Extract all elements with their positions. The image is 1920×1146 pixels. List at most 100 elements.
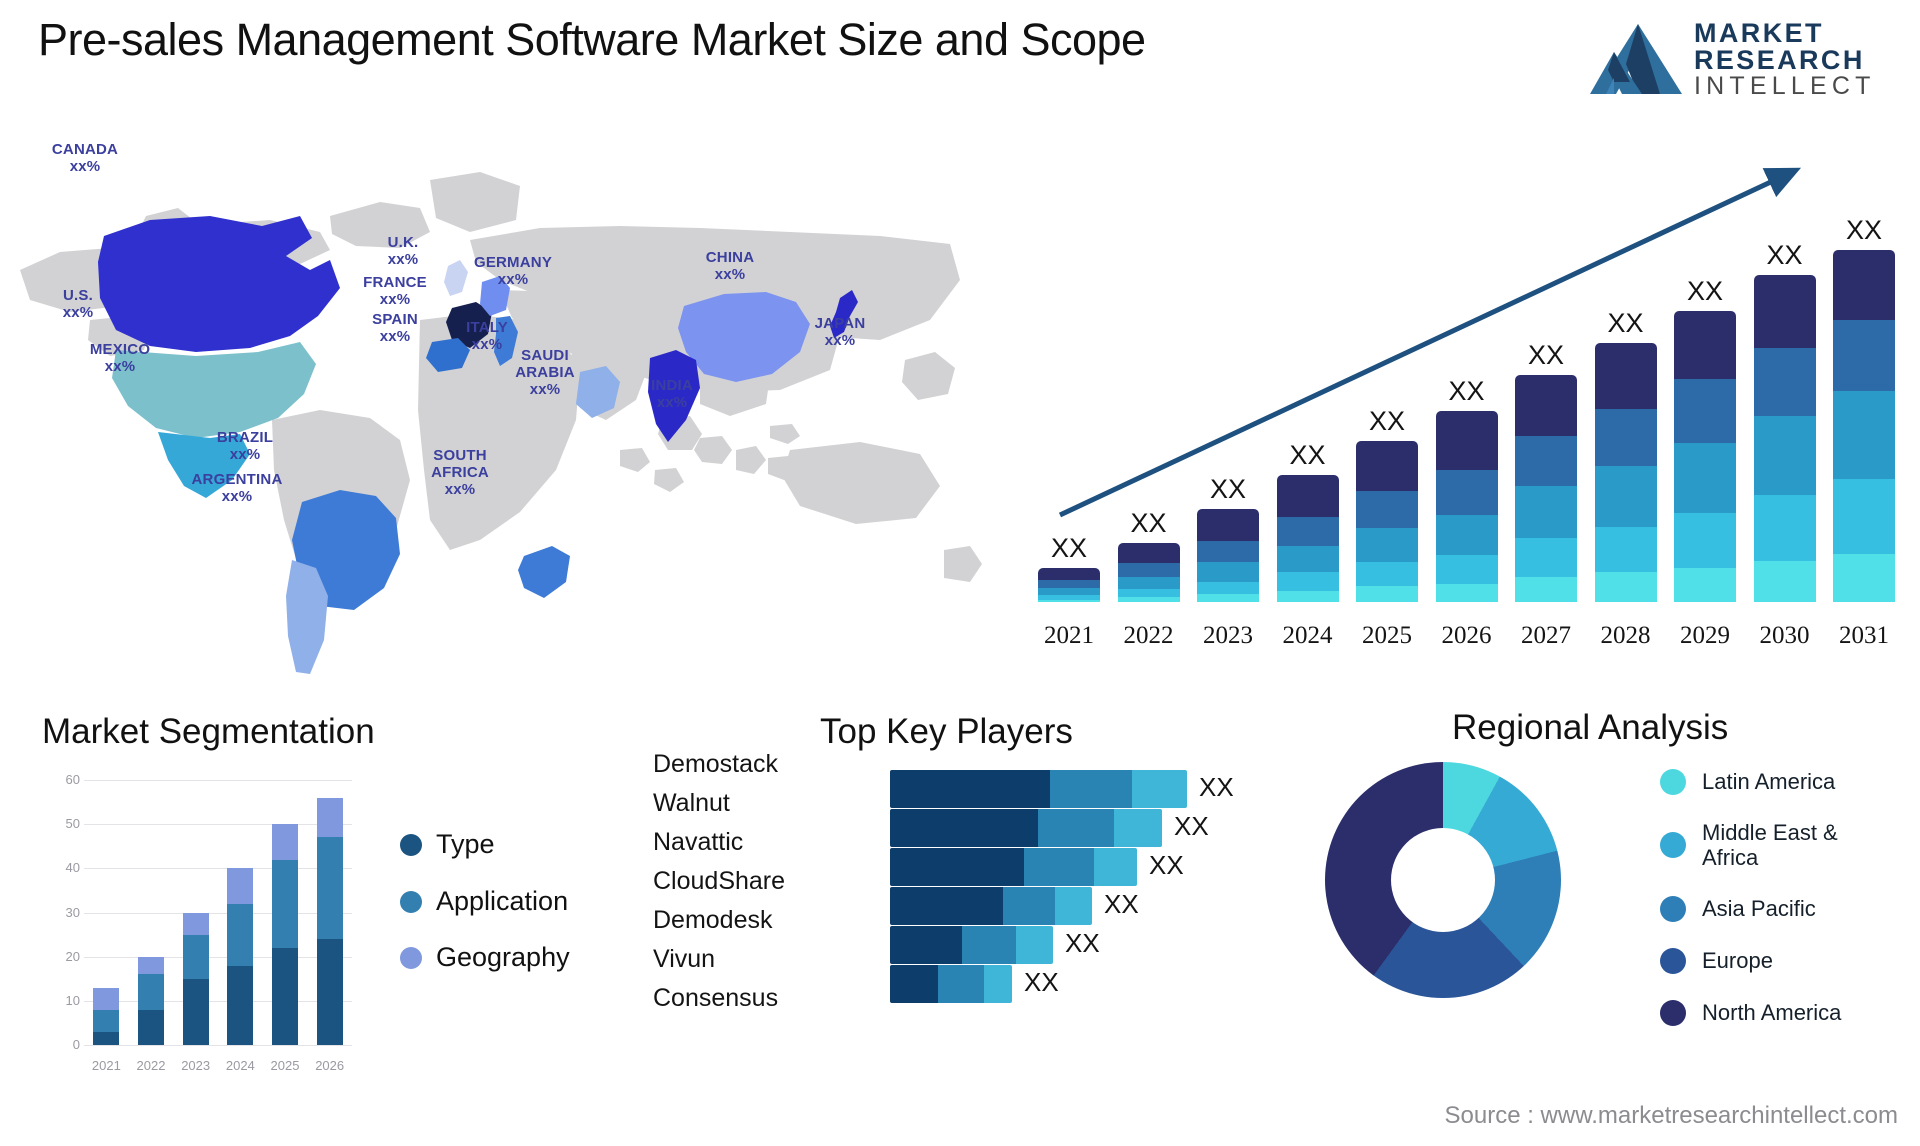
regional-legend-item[interactable]: Europe: [1660, 947, 1841, 975]
forecast-value-label: XX: [1130, 507, 1167, 538]
segmentation-bar: [272, 824, 298, 1045]
map-label-value: xx%: [104, 357, 136, 375]
segmentation-legend-item[interactable]: Type: [400, 829, 570, 860]
segmentation-gridline: [84, 1000, 352, 1002]
map-label-country: SOUTH AFRICA: [431, 447, 489, 481]
player-name-label: Navattic: [653, 828, 744, 856]
forecast-year-label: 2029: [1680, 622, 1730, 649]
map-label-value: xx%: [714, 265, 746, 283]
segmentation-bar-segment: [93, 987, 120, 1010]
forecast-bar-segment: [1435, 411, 1498, 471]
forecast-bar: [1674, 311, 1736, 602]
forecast-value-label: XX: [1289, 439, 1326, 470]
regional-analysis-chart: Latin America Middle East & Africa Asia Pa…: [1290, 700, 1910, 1100]
player-name-label: CloudShare: [653, 867, 786, 895]
player-bar: [890, 848, 1137, 886]
forecast-year-label: 2031: [1839, 622, 1889, 649]
segmentation-bar-segment: [138, 974, 164, 1010]
segmentation-legend-item[interactable]: Application: [400, 886, 570, 917]
segmentation-legend-label: Type: [436, 829, 495, 859]
player-bar-segment: [1003, 887, 1055, 925]
map-label-country: U.K.: [387, 234, 419, 251]
map-label-country: INDIA: [651, 377, 693, 394]
segmentation-legend-item[interactable]: Geography: [400, 943, 570, 973]
player-bar-segment: [1094, 848, 1137, 886]
forecast-bar-segment: [1594, 465, 1657, 528]
player-bar: [890, 809, 1162, 847]
player-bar-segment: [890, 926, 962, 964]
player-bar-segment: [984, 965, 1012, 1003]
legend-dot-icon: [400, 890, 422, 913]
forecast-year-label: 2024: [1282, 622, 1333, 649]
forecast-bar-segment: [1515, 374, 1577, 437]
segmentation-bar: [227, 868, 254, 1045]
forecast-bar-segment: [1833, 390, 1895, 480]
forecast-bar-segment: [1594, 572, 1657, 602]
forecast-year-label: 2027: [1521, 622, 1571, 649]
segmentation-bar-segment: [316, 797, 343, 838]
country-canada: [98, 216, 340, 352]
forecast-value-label: XX: [1050, 532, 1088, 563]
map-label-value: xx%: [379, 327, 411, 345]
map-label-france: FRANCE xx%: [340, 274, 450, 309]
forecast-bar-segment: [1117, 563, 1180, 577]
forecast-bar-segment: [1276, 516, 1339, 547]
country-south-africa: [518, 546, 570, 598]
map-label-value: xx%: [497, 270, 529, 288]
segmentation-gridline: [84, 780, 352, 781]
segmentation-bar-segment: [138, 1009, 164, 1045]
forecast-value-label: XX: [1607, 308, 1644, 339]
regional-legend-item[interactable]: North America: [1660, 999, 1841, 1027]
segmentation-y-tick: 60: [65, 772, 80, 787]
map-label-value: xx%: [379, 290, 411, 308]
segmentation-bar-segment: [182, 978, 209, 1045]
player-value-label: XX: [1104, 889, 1139, 919]
player-bar-segment: [962, 926, 1016, 964]
legend-dot-icon: [1660, 895, 1686, 922]
player-bar: [890, 965, 1012, 1003]
forecast-bar-segment: [1833, 554, 1895, 602]
source-note: Source : www.marketresearchintellect.com: [1444, 1102, 1899, 1129]
map-label-argentina: ARGENTINA xx%: [172, 471, 302, 506]
forecast-bar-segment: [1038, 567, 1100, 581]
forecast-bar-segment: [1197, 540, 1259, 563]
segmentation-bar-segment: [272, 824, 298, 860]
segmentation-x-label: 2023: [181, 1058, 211, 1073]
legend-dot-icon: [1660, 769, 1686, 795]
regional-legend-label: Latin America: [1702, 769, 1836, 795]
regional-legend-item[interactable]: Latin America: [1660, 768, 1841, 796]
player-bar-segment: [890, 848, 1024, 886]
forecast-bar-segment: [1753, 347, 1816, 416]
legend-dot-icon: [400, 947, 422, 970]
player-bar: [890, 926, 1053, 964]
forecast-bar-chart: XX 2021 XX 2022 XX 2023 XX 2024 XX 2025 XX 2026 XX 20…: [1020, 150, 1910, 660]
forecast-bar-segment: [1674, 379, 1736, 444]
regional-legend-item[interactable]: Asia Pacific: [1660, 895, 1841, 923]
map-label-country: BRAZIL: [216, 429, 274, 446]
top-key-players-title: Top Key Players: [820, 712, 1073, 751]
forecast-bar-segment: [1356, 490, 1418, 529]
forecast-bar-segment: [1276, 474, 1339, 517]
forecast-bar: [1435, 411, 1498, 602]
segmentation-x-label: 2021: [91, 1058, 121, 1073]
forecast-bar-segment: [1276, 590, 1339, 602]
segmentation-y-tick: 30: [65, 904, 80, 920]
map-label-value: xx%: [221, 487, 253, 505]
map-label-value: xx%: [529, 380, 561, 398]
regional-legend-item[interactable]: Middle East & Africa: [1660, 820, 1841, 871]
forecast-bar: [1753, 274, 1816, 602]
player-bar-segment: [1024, 848, 1094, 886]
segmentation-bar-segment: [227, 868, 254, 904]
segmentation-bar-segment: [138, 956, 164, 975]
forecast-bar-segment: [1038, 588, 1100, 596]
segmentation-bar-segment: [227, 965, 254, 1045]
segmentation-legend-label: Geography: [436, 942, 570, 973]
player-bar-segment: [938, 965, 984, 1003]
segmentation-bar-segment: [182, 912, 209, 935]
map-label-spain: SPAIN xx%: [345, 311, 445, 346]
forecast-bar-segment: [1594, 408, 1657, 466]
map-label-brazil: BRAZIL xx%: [190, 429, 300, 464]
forecast-bar-segment: [1197, 594, 1259, 602]
forecast-bar-segment: [1038, 580, 1100, 589]
segmentation-bar-segment: [272, 859, 298, 948]
